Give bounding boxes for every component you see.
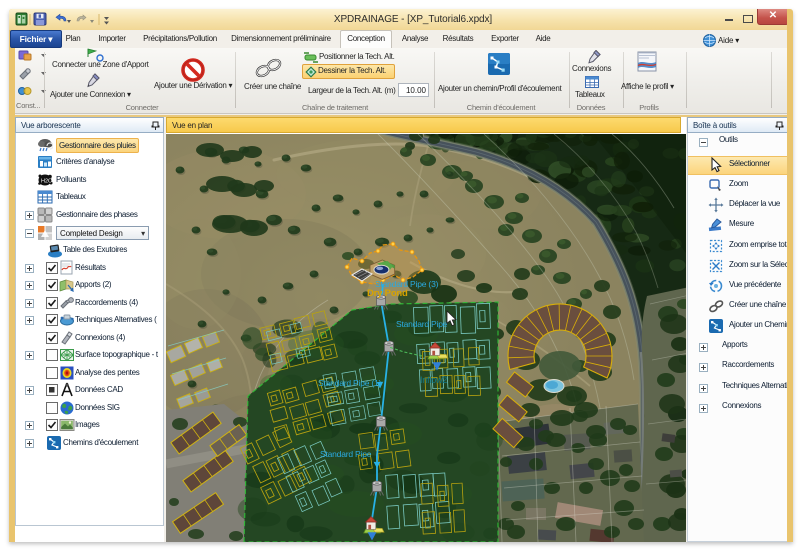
svg-text:Standard Pipe (1): Standard Pipe (1) — [318, 378, 382, 388]
svg-text:Inflow2: Inflow2 — [420, 375, 447, 385]
svg-text:H2O: H2O — [41, 179, 53, 185]
svg-text:Standard Pipe: Standard Pipe — [396, 319, 448, 329]
svg-text:Dry Pond: Dry Pond — [367, 288, 408, 299]
svg-text:Standard Pipe: Standard Pipe — [320, 449, 372, 459]
